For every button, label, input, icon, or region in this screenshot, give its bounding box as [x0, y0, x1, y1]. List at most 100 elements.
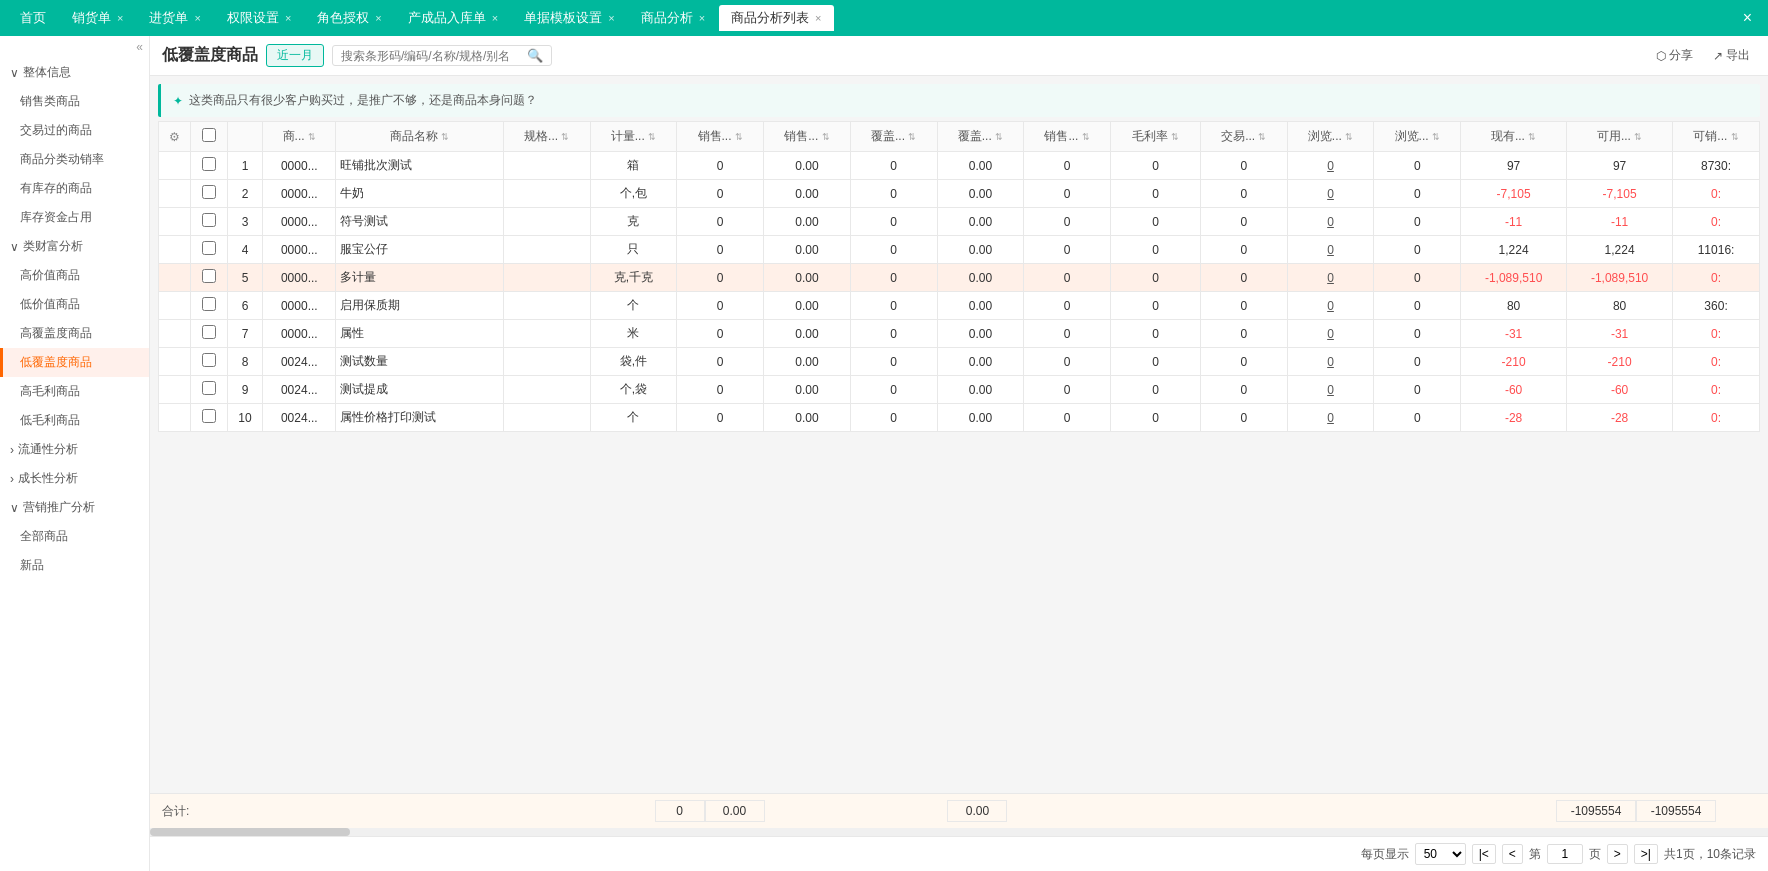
export-button[interactable]: ↗ 导出 — [1707, 45, 1756, 66]
cover-cnt-column-header[interactable]: 覆盖... ⇅ — [850, 122, 937, 152]
row-browse-cnt[interactable]: 0 — [1287, 292, 1374, 320]
row-browse-cnt[interactable]: 0 — [1287, 180, 1374, 208]
gross-margin-column-header[interactable]: 毛利率 ⇅ — [1111, 122, 1201, 152]
saleable-column-header[interactable]: 可销... ⇅ — [1673, 122, 1760, 152]
sales-amt-column-header[interactable]: 销售... ⇅ — [764, 122, 851, 152]
row-checkbox[interactable] — [202, 381, 216, 395]
sidebar-item-category-rate[interactable]: 商品分类动销率 — [0, 145, 149, 174]
sidebar-item-traded-goods[interactable]: 交易过的商品 — [0, 116, 149, 145]
row-sales-cnt: 0 — [1024, 236, 1111, 264]
row-checkbox[interactable] — [202, 325, 216, 339]
current-stock-column-header[interactable]: 现有... ⇅ — [1461, 122, 1567, 152]
next-page-button[interactable]: > — [1607, 844, 1628, 864]
settings-cell — [159, 348, 191, 376]
nav-tab-product-analysis-list[interactable]: 商品分析列表 × — [719, 5, 833, 31]
nav-tab-product-inbound[interactable]: 产成品入库单 × — [396, 5, 510, 31]
row-name: 服宝公仔 — [336, 236, 504, 264]
date-filter-button[interactable]: 近一月 — [266, 44, 324, 67]
nav-tab-permissions[interactable]: 权限设置 × — [215, 5, 303, 31]
available-column-header[interactable]: 可用... ⇅ — [1567, 122, 1673, 152]
code-column-header[interactable]: 商... ⇅ — [263, 122, 336, 152]
nav-tab-sales[interactable]: 销货单 × — [60, 5, 135, 31]
close-icon[interactable]: × — [608, 12, 614, 24]
nav-tab-home[interactable]: 首页 — [8, 5, 58, 31]
row-browse-cnt[interactable]: 0 — [1287, 236, 1374, 264]
sidebar-item-in-stock-goods[interactable]: 有库存的商品 — [0, 174, 149, 203]
close-icon[interactable]: × — [117, 12, 123, 24]
sidebar-item-new-goods[interactable]: 新品 — [0, 551, 149, 580]
row-checkbox[interactable] — [202, 297, 216, 311]
nav-tab-template-settings[interactable]: 单据模板设置 × — [512, 5, 626, 31]
close-icon[interactable]: × — [194, 12, 200, 24]
close-icon[interactable]: × — [699, 12, 705, 24]
row-checkbox[interactable] — [202, 409, 216, 423]
row-browse-cnt[interactable]: 0 — [1287, 320, 1374, 348]
row-checkbox[interactable] — [202, 185, 216, 199]
page-size-select[interactable]: 50 100 — [1415, 843, 1466, 865]
sidebar-group-overall[interactable]: ∨ 整体信息 — [0, 58, 149, 87]
row-spec — [503, 404, 590, 432]
close-icon[interactable]: × — [492, 12, 498, 24]
browse-cnt2-column-header[interactable]: 浏览... ⇅ — [1374, 122, 1461, 152]
prev-page-button[interactable]: < — [1502, 844, 1523, 864]
sidebar-group-marketing[interactable]: ∨ 营销推广分析 — [0, 493, 149, 522]
sidebar-group-flow[interactable]: › 流通性分析 — [0, 435, 149, 464]
row-browse-cnt[interactable]: 0 — [1287, 348, 1374, 376]
row-browse-cnt[interactable]: 0 — [1287, 152, 1374, 180]
sidebar-item-all-goods[interactable]: 全部商品 — [0, 522, 149, 551]
close-icon[interactable]: × — [285, 12, 291, 24]
browse-cnt-column-header[interactable]: 浏览... ⇅ — [1287, 122, 1374, 152]
sidebar-item-high-coverage[interactable]: 高覆盖度商品 — [0, 319, 149, 348]
row-checkbox[interactable] — [202, 241, 216, 255]
close-all-tabs-button[interactable]: × — [1735, 5, 1760, 31]
row-browse-cnt[interactable]: 0 — [1287, 264, 1374, 292]
row-browse-cnt[interactable]: 0 — [1287, 376, 1374, 404]
sidebar-item-low-coverage[interactable]: 低覆盖度商品 — [0, 348, 149, 377]
row-checkbox[interactable] — [202, 269, 216, 283]
row-browse-cnt[interactable]: 0 — [1287, 404, 1374, 432]
sales-cnt-column-header[interactable]: 销售... ⇅ — [1024, 122, 1111, 152]
row-available: -11 — [1567, 208, 1673, 236]
sales-qty-column-header[interactable]: 销售... ⇅ — [677, 122, 764, 152]
page-number-input[interactable] — [1547, 844, 1583, 864]
horizontal-scrollbar[interactable] — [150, 828, 1768, 836]
column-settings-icon[interactable]: ⚙ — [169, 130, 180, 144]
first-page-button[interactable]: |< — [1472, 844, 1496, 864]
row-sales-qty: 0 — [677, 264, 764, 292]
row-checkbox[interactable] — [202, 353, 216, 367]
select-all-checkbox[interactable] — [202, 128, 216, 142]
name-column-header[interactable]: 商品名称 ⇅ — [336, 122, 504, 152]
trans-cnt-column-header[interactable]: 交易... ⇅ — [1200, 122, 1287, 152]
nav-tab-product-analysis[interactable]: 商品分析 × — [629, 5, 717, 31]
header-actions: ⬡ 分享 ↗ 导出 — [1650, 45, 1756, 66]
search-input[interactable] — [341, 49, 523, 63]
row-checkbox[interactable] — [202, 213, 216, 227]
sidebar-group-wealth[interactable]: ∨ 类财富分析 — [0, 232, 149, 261]
row-no: 7 — [227, 320, 263, 348]
close-icon[interactable]: × — [375, 12, 381, 24]
sidebar-item-stock-capital[interactable]: 库存资金占用 — [0, 203, 149, 232]
sidebar-item-low-value[interactable]: 低价值商品 — [0, 290, 149, 319]
sidebar-item-high-value[interactable]: 高价值商品 — [0, 261, 149, 290]
row-available: 97 — [1567, 152, 1673, 180]
row-checkbox-cell — [190, 208, 227, 236]
close-icon[interactable]: × — [815, 12, 821, 24]
sidebar-collapse-button[interactable]: « — [0, 36, 149, 58]
spec-column-header[interactable]: 规格... ⇅ — [503, 122, 590, 152]
row-cover-amt: 0.00 — [937, 264, 1024, 292]
sidebar-item-low-margin[interactable]: 低毛利商品 — [0, 406, 149, 435]
row-browse-cnt[interactable]: 0 — [1287, 208, 1374, 236]
nav-tab-purchase[interactable]: 进货单 × — [137, 5, 212, 31]
sidebar-item-sales-goods[interactable]: 销售类商品 — [0, 87, 149, 116]
share-button[interactable]: ⬡ 分享 — [1650, 45, 1699, 66]
table-row: 6 0000... 启用保质期 个 0 0.00 0 0.00 0 0 0 0 … — [159, 292, 1760, 320]
nav-tab-roles[interactable]: 角色授权 × — [305, 5, 393, 31]
unit-column-header[interactable]: 计量... ⇅ — [590, 122, 677, 152]
cover-amt-column-header[interactable]: 覆盖... ⇅ — [937, 122, 1024, 152]
row-checkbox[interactable] — [202, 157, 216, 171]
sidebar-group-growth[interactable]: › 成长性分析 — [0, 464, 149, 493]
scrollbar-thumb[interactable] — [150, 828, 350, 836]
last-page-button[interactable]: >| — [1634, 844, 1658, 864]
sidebar-item-high-margin[interactable]: 高毛利商品 — [0, 377, 149, 406]
row-cover-cnt: 0 — [850, 264, 937, 292]
